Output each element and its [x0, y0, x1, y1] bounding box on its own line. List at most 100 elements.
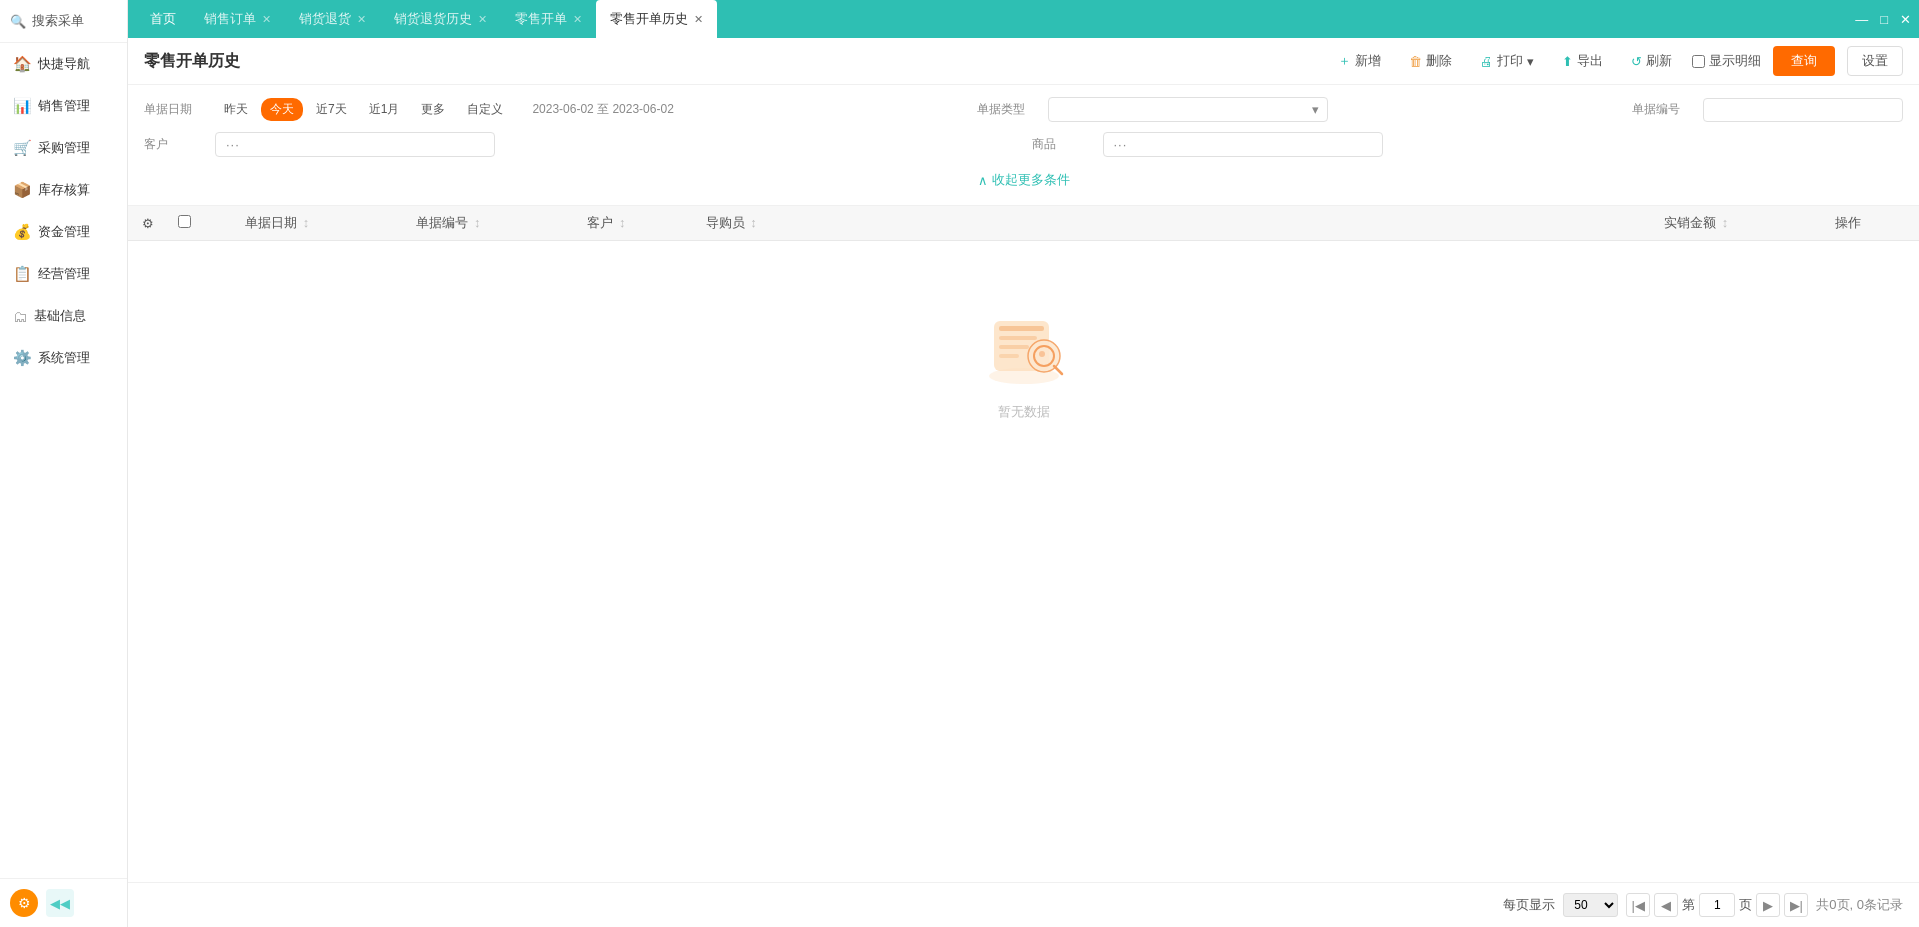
- tab-sales-order[interactable]: 销售订单 ✕: [190, 0, 285, 38]
- tab-sales-return-history[interactable]: 销货退货历史 ✕: [380, 0, 501, 38]
- close-button[interactable]: ✕: [1900, 12, 1911, 27]
- date-btn-近7天[interactable]: 近7天: [307, 98, 356, 121]
- show-detail-checkbox-label[interactable]: 显示明细: [1692, 52, 1761, 70]
- maximize-button[interactable]: □: [1880, 12, 1888, 27]
- toolbar: 零售开单历史 ＋ 新增 🗑 删除 🖨 打印 ▾ ⬆ 导出: [128, 38, 1919, 85]
- sidebar-item-sales[interactable]: 📊销售管理: [0, 85, 127, 127]
- select-all-checkbox[interactable]: [178, 215, 191, 228]
- show-detail-checkbox[interactable]: [1692, 55, 1705, 68]
- date-btn-昨天[interactable]: 昨天: [215, 98, 257, 121]
- page-title: 零售开单历史: [144, 51, 1330, 72]
- per-page-select[interactable]: 50 10 20 100: [1563, 893, 1618, 917]
- tab-close-sales-order[interactable]: ✕: [262, 13, 271, 26]
- number-filter-input[interactable]: [1703, 98, 1903, 122]
- sidebar-search[interactable]: 🔍 搜索采单: [0, 0, 127, 43]
- sidebar-label-operation: 经营管理: [38, 265, 90, 283]
- customer-filter-input[interactable]: ···: [215, 132, 495, 157]
- search-icon: 🔍: [10, 14, 26, 29]
- export-icon: ⬆: [1562, 54, 1573, 69]
- th-amount[interactable]: 实销金额 ↕: [1654, 206, 1825, 241]
- empty-state: 暂无数据: [128, 241, 1919, 441]
- date-sort-icon: ↕: [303, 215, 310, 230]
- tab-close-retail-open-history[interactable]: ✕: [694, 13, 703, 26]
- collapse-filter-button[interactable]: ∧ 收起更多条件: [144, 167, 1903, 193]
- settings-button[interactable]: ⚙: [10, 889, 38, 917]
- sidebar-item-inventory[interactable]: 📦库存核算: [0, 169, 127, 211]
- print-button[interactable]: 🖨 打印 ▾: [1472, 48, 1542, 74]
- date-buttons: 昨天今天近7天近1月更多自定义: [215, 98, 512, 121]
- sidebar-label-basic: 基础信息: [34, 307, 86, 325]
- collapse-label: 收起更多条件: [992, 171, 1070, 189]
- add-button[interactable]: ＋ 新增: [1330, 48, 1389, 74]
- date-range: 2023-06-02 至 2023-06-02: [532, 101, 673, 118]
- window-controls: — □ ✕: [1855, 12, 1911, 27]
- page-number-input[interactable]: [1699, 893, 1735, 917]
- date-btn-近1月[interactable]: 近1月: [360, 98, 409, 121]
- product-filter-input[interactable]: ···: [1103, 132, 1383, 157]
- sidebar-item-basic[interactable]: 🗂基础信息: [0, 295, 127, 337]
- empty-text: 暂无数据: [998, 403, 1050, 421]
- product-placeholder: ···: [1114, 137, 1128, 152]
- tab-label-sales-order: 销售订单: [204, 10, 256, 28]
- next-page-button[interactable]: ▶: [1756, 893, 1780, 917]
- toolbar-actions: ＋ 新增 🗑 删除 🖨 打印 ▾ ⬆ 导出 ↺ 刷新: [1330, 46, 1903, 76]
- prev-page-button[interactable]: ◀: [1654, 893, 1678, 917]
- date-btn-今天[interactable]: 今天: [261, 98, 303, 121]
- date-btn-更多[interactable]: 更多: [412, 98, 454, 121]
- first-page-button[interactable]: |◀: [1626, 893, 1650, 917]
- operation-icon: 📋: [13, 265, 32, 283]
- type-filter-select[interactable]: ▾: [1048, 97, 1328, 122]
- tab-home[interactable]: 首页: [136, 0, 190, 38]
- export-label: 导出: [1577, 52, 1603, 70]
- tab-close-sales-return-history[interactable]: ✕: [478, 13, 487, 26]
- tab-close-sales-return[interactable]: ✕: [357, 13, 366, 26]
- sidebar-item-operation[interactable]: 📋 经营管理: [0, 253, 127, 295]
- tab-retail-open[interactable]: 零售开单✕: [501, 0, 596, 38]
- delete-icon: 🗑: [1409, 54, 1422, 69]
- page-nav: |◀ ◀ 第 页 ▶ ▶|: [1626, 893, 1808, 917]
- query-button[interactable]: 查询: [1773, 46, 1835, 76]
- th-number[interactable]: 单据编号 ↕: [406, 206, 577, 241]
- th-settings[interactable]: ⚙: [128, 206, 168, 241]
- tab-sales-return[interactable]: 销货退货✕: [285, 0, 380, 38]
- number-sort-icon: ↕: [474, 215, 481, 230]
- sidebar-item-finance[interactable]: 💰资金管理: [0, 211, 127, 253]
- delete-button[interactable]: 🗑 删除: [1401, 48, 1460, 74]
- collapse-icon: ∧: [978, 173, 988, 188]
- th-customer[interactable]: 客户 ↕: [577, 206, 695, 241]
- svg-point-9: [1039, 351, 1045, 357]
- table-area: ⚙ 单据日期 ↕ 单据编号 ↕ 客户 ↕ 导购员 ↕ 实销金额 ↕ 操作: [128, 206, 1919, 882]
- last-page-button[interactable]: ▶|: [1784, 893, 1808, 917]
- th-spacer: [840, 206, 1654, 241]
- purchase-icon: 🛒: [13, 139, 32, 157]
- refresh-button[interactable]: ↺ 刷新: [1623, 48, 1680, 74]
- show-detail-text: 显示明细: [1709, 52, 1761, 70]
- tab-close-retail-open[interactable]: ✕: [573, 13, 582, 26]
- tab-label-retail-open-history: 零售开单历史: [610, 10, 688, 28]
- th-guide[interactable]: 导购员 ↕: [696, 206, 841, 241]
- sidebar-label-system: 系统管理: [38, 349, 90, 367]
- sidebar-item-quicknav[interactable]: 🏠快捷导航: [0, 43, 127, 85]
- refresh-label: 刷新: [1646, 52, 1672, 70]
- amount-sort-icon: ↕: [1722, 215, 1729, 230]
- setting-button[interactable]: 设置: [1847, 46, 1903, 76]
- sidebar-item-system[interactable]: ⚙️ 系统管理: [0, 337, 127, 379]
- th-action: 操作: [1825, 206, 1919, 241]
- sidebar-label-finance: 资金管理: [38, 223, 90, 241]
- customer-filter-label: 客户: [144, 136, 199, 153]
- collapse-sidebar-button[interactable]: ◀◀: [46, 889, 74, 917]
- tab-label-home: 首页: [150, 10, 176, 28]
- th-date[interactable]: 单据日期 ↕: [235, 206, 406, 241]
- svg-rect-5: [999, 354, 1019, 358]
- date-btn-自定义[interactable]: 自定义: [458, 98, 512, 121]
- tab-label-sales-return-history: 销货退货历史: [394, 10, 472, 28]
- tab-retail-open-history[interactable]: 零售开单历史 ✕: [596, 0, 717, 38]
- type-filter-label: 单据类型: [977, 101, 1032, 118]
- page-label-pre: 第: [1682, 896, 1695, 914]
- sidebar-item-purchase[interactable]: 🛒采购管理: [0, 127, 127, 169]
- minimize-button[interactable]: —: [1855, 12, 1868, 27]
- system-icon: ⚙️: [13, 349, 32, 367]
- th-checkbox: [168, 206, 235, 241]
- page-area: 零售开单历史 ＋ 新增 🗑 删除 🖨 打印 ▾ ⬆ 导出: [128, 38, 1919, 927]
- export-button[interactable]: ⬆ 导出: [1554, 48, 1611, 74]
